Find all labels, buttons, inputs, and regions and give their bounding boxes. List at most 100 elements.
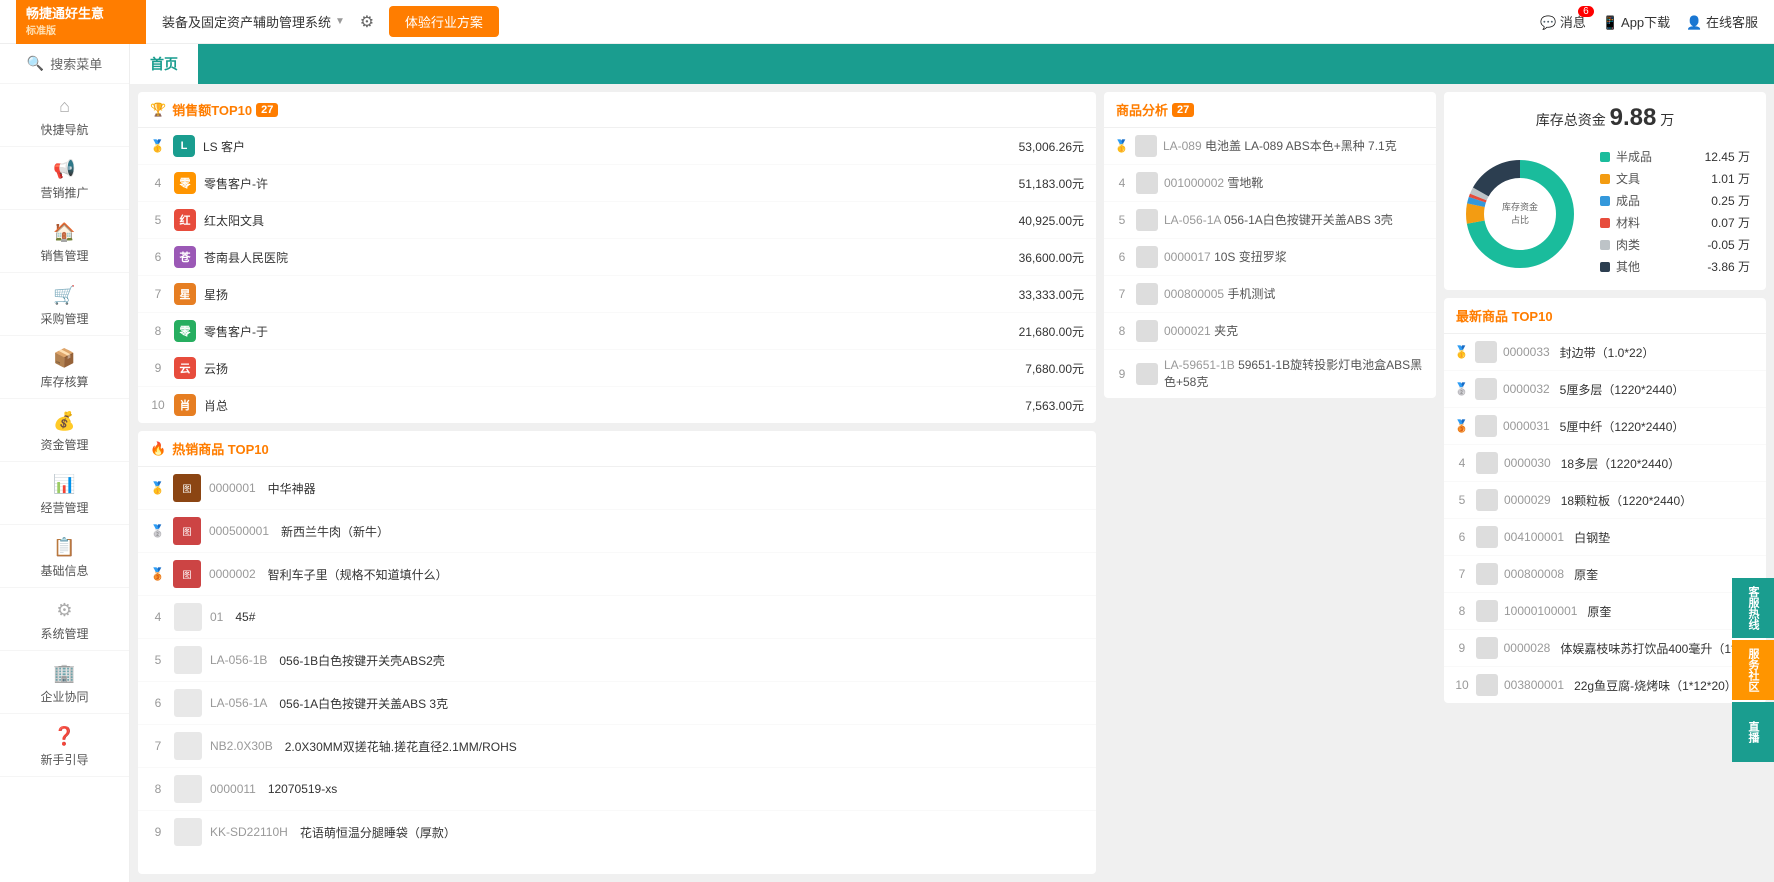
small-thumb <box>1476 600 1498 622</box>
system-selector[interactable]: 装备及固定资产辅助管理系统 ▼ <box>162 12 345 31</box>
avatar: 苍 <box>174 246 196 268</box>
sidebar-item-finance[interactable]: 💰 资金管理 <box>0 399 129 462</box>
sidebar-item-basic[interactable]: 📋 基础信息 <box>0 525 129 588</box>
sidebar-item-marketing[interactable]: 📢 营销推广 <box>0 147 129 210</box>
small-thumb <box>1476 526 1498 548</box>
product-thumb <box>174 818 202 846</box>
question-icon: ❓ <box>53 726 75 747</box>
small-thumb <box>1135 135 1157 157</box>
building-icon: 🏢 <box>53 663 75 684</box>
new-product-row: 🥈 0000032 5厘多层（1220*2440） <box>1444 371 1766 408</box>
search-icon: 🔍 <box>27 55 44 72</box>
legend-item: 文具 1.01 万 <box>1600 170 1750 187</box>
fire-icon: 🔥 <box>150 441 166 457</box>
customer-row: 5 红 红太阳文具 40,925.00元 <box>138 202 1096 239</box>
legend-dot <box>1600 196 1610 206</box>
product-row: 🥉 图 0000002 智利车子里（规格不知道填什么） <box>138 553 1096 596</box>
avatar: 零 <box>174 172 196 194</box>
legend: 半成品 12.45 万 文具 1.01 万 成品 0 <box>1600 148 1750 280</box>
logo-text: 畅捷通好生意 <box>26 6 104 22</box>
avatar: 星 <box>174 283 196 305</box>
mid-product-row: 9 LA-59651-1B 59651-1B旋转投影灯电池盒ABS黑色+58克 <box>1104 350 1436 398</box>
legend-item: 半成品 12.45 万 <box>1600 148 1750 165</box>
legend-dot <box>1600 174 1610 184</box>
customer-row: 10 肖 肖总 7,563.00元 <box>138 387 1096 423</box>
mid-product-row: 5 LA-056-1A 056-1A白色按键开关盖ABS 3壳 <box>1104 202 1436 239</box>
customer-row: 🥇 L LS 客户 53,006.26元 <box>138 128 1096 165</box>
trophy-icon: 🏆 <box>150 102 166 118</box>
settings-icon[interactable]: ⚙ <box>353 8 381 36</box>
sidebar-item-purchase[interactable]: 🛒 采购管理 <box>0 273 129 336</box>
small-thumb <box>1476 563 1498 585</box>
service-community-btn[interactable]: 服务社区 <box>1732 640 1774 700</box>
new-product-row: 6 004100001 白钢垫 <box>1444 519 1766 556</box>
legend-dot <box>1600 262 1610 272</box>
tab-home[interactable]: 首页 <box>130 44 198 84</box>
mid-product-row: 7 000800005 手机测试 <box>1104 276 1436 313</box>
avatar: L <box>173 135 195 157</box>
float-service: 客服热线 服务社区 直播 <box>1732 578 1774 762</box>
product-row: 9 KK-SD22110H 花语萌恒温分腿睡袋（厚款） <box>138 811 1096 853</box>
new-product-row: 8 10000100001 原奎 <box>1444 593 1766 630</box>
mid-product-row: 🥇 LA-089 电池盖 LA-089 ABS本色+黑种 7.1克 <box>1104 128 1436 165</box>
svg-text:库存资金: 库存资金 <box>1502 201 1538 212</box>
rank-icon: 🥇 <box>1114 139 1129 153</box>
chevron-down-icon: ▼ <box>335 16 345 27</box>
inventory-total: 库存总资金 9.88 万 <box>1444 92 1766 138</box>
new-product-row: 7 000800008 原奎 <box>1444 556 1766 593</box>
live-stream-btn[interactable]: 直播 <box>1732 702 1774 762</box>
dashboard: 🏆 销售额TOP10 27 🥇 L LS 客户 53,006.26元 <box>130 84 1774 882</box>
avatar: 红 <box>174 209 196 231</box>
rank-icon: 🥈 <box>150 524 165 538</box>
avatar: 云 <box>174 357 196 379</box>
house-icon: 🏠 <box>53 222 75 243</box>
customer-row: 6 苍 苍南县人民医院 36,600.00元 <box>138 239 1096 276</box>
sidebar-item-enterprise[interactable]: 🏢 企业协同 <box>0 651 129 714</box>
sidebar-item-operations[interactable]: 📊 经营管理 <box>0 462 129 525</box>
notifications-btn[interactable]: 💬 消息 6 <box>1540 12 1586 31</box>
small-thumb <box>1476 674 1498 696</box>
sidebar-item-guide[interactable]: ❓ 新手引导 <box>0 714 129 777</box>
rank-num: 8 <box>150 324 166 338</box>
sidebar-item-system[interactable]: ⚙ 系统管理 <box>0 588 129 651</box>
nav-tabs: 首页 <box>130 44 1774 84</box>
new-product-row: 5 0000029 18颗粒板（1220*2440） <box>1444 482 1766 519</box>
commodity-analysis-card: 商品分析 27 🥇 LA-089 电池盖 LA-089 ABS本色+黑种 7.1… <box>1104 92 1436 398</box>
small-thumb <box>1475 378 1497 400</box>
money-icon: 💰 <box>53 411 75 432</box>
search-menu[interactable]: 🔍 搜索菜单 <box>0 44 129 84</box>
new-product-row: 🥇 0000033 封边带（1.0*22） <box>1444 334 1766 371</box>
home-icon: ⌂ <box>59 96 70 117</box>
sidebar: 🔍 搜索菜单 ⌂ 快捷导航 📢 营销推广 🏠 销售管理 🛒 采购管理 📦 库存核… <box>0 44 130 882</box>
rank-num: 6 <box>150 250 166 264</box>
svg-text:占比: 占比 <box>1511 214 1529 225</box>
trial-button[interactable]: 体验行业方案 <box>389 6 499 37</box>
rank-num: 4 <box>150 176 166 190</box>
small-thumb <box>1475 341 1497 363</box>
product-thumb <box>174 689 202 717</box>
customer-service-hotline-btn[interactable]: 客服热线 <box>1732 578 1774 638</box>
customer-row: 9 云 云扬 7,680.00元 <box>138 350 1096 387</box>
online-service-btn[interactable]: 👤 在线客服 <box>1686 12 1758 31</box>
small-thumb <box>1136 283 1158 305</box>
sidebar-item-sales[interactable]: 🏠 销售管理 <box>0 210 129 273</box>
avatar: 肖 <box>174 394 196 416</box>
new-product-row: 9 0000028 体娱嘉枝味苏打饮品400毫升（1*15） <box>1444 630 1766 667</box>
product-row: 5 LA-056-1B 056-1B白色按键开关壳ABS2壳 <box>138 639 1096 682</box>
mid-product-row: 6 0000017 10S 变扭罗浆 <box>1104 239 1436 276</box>
product-row: 6 LA-056-1A 056-1A白色按键开关盖ABS 3克 <box>138 682 1096 725</box>
small-thumb <box>1475 415 1497 437</box>
rank-icon: 🥇 <box>150 139 165 153</box>
sidebar-item-quick-nav[interactable]: ⌂ 快捷导航 <box>0 84 129 147</box>
sidebar-item-inventory[interactable]: 📦 库存核算 <box>0 336 129 399</box>
new-product-row: 4 0000030 18多层（1220*2440） <box>1444 445 1766 482</box>
product-row: 4 01 45# <box>138 596 1096 639</box>
product-row: 7 NB2.0X30B 2.0X30MM双搓花轴.搓花直径2.1MM/ROHS <box>138 725 1096 768</box>
small-thumb <box>1476 637 1498 659</box>
legend-item: 其他 -3.86 万 <box>1600 258 1750 275</box>
small-thumb <box>1136 363 1158 385</box>
product-thumb <box>174 775 202 803</box>
app-download-btn[interactable]: 📱 App下载 <box>1602 12 1670 31</box>
notification-badge: 6 <box>1578 6 1594 17</box>
product-thumb <box>174 732 202 760</box>
